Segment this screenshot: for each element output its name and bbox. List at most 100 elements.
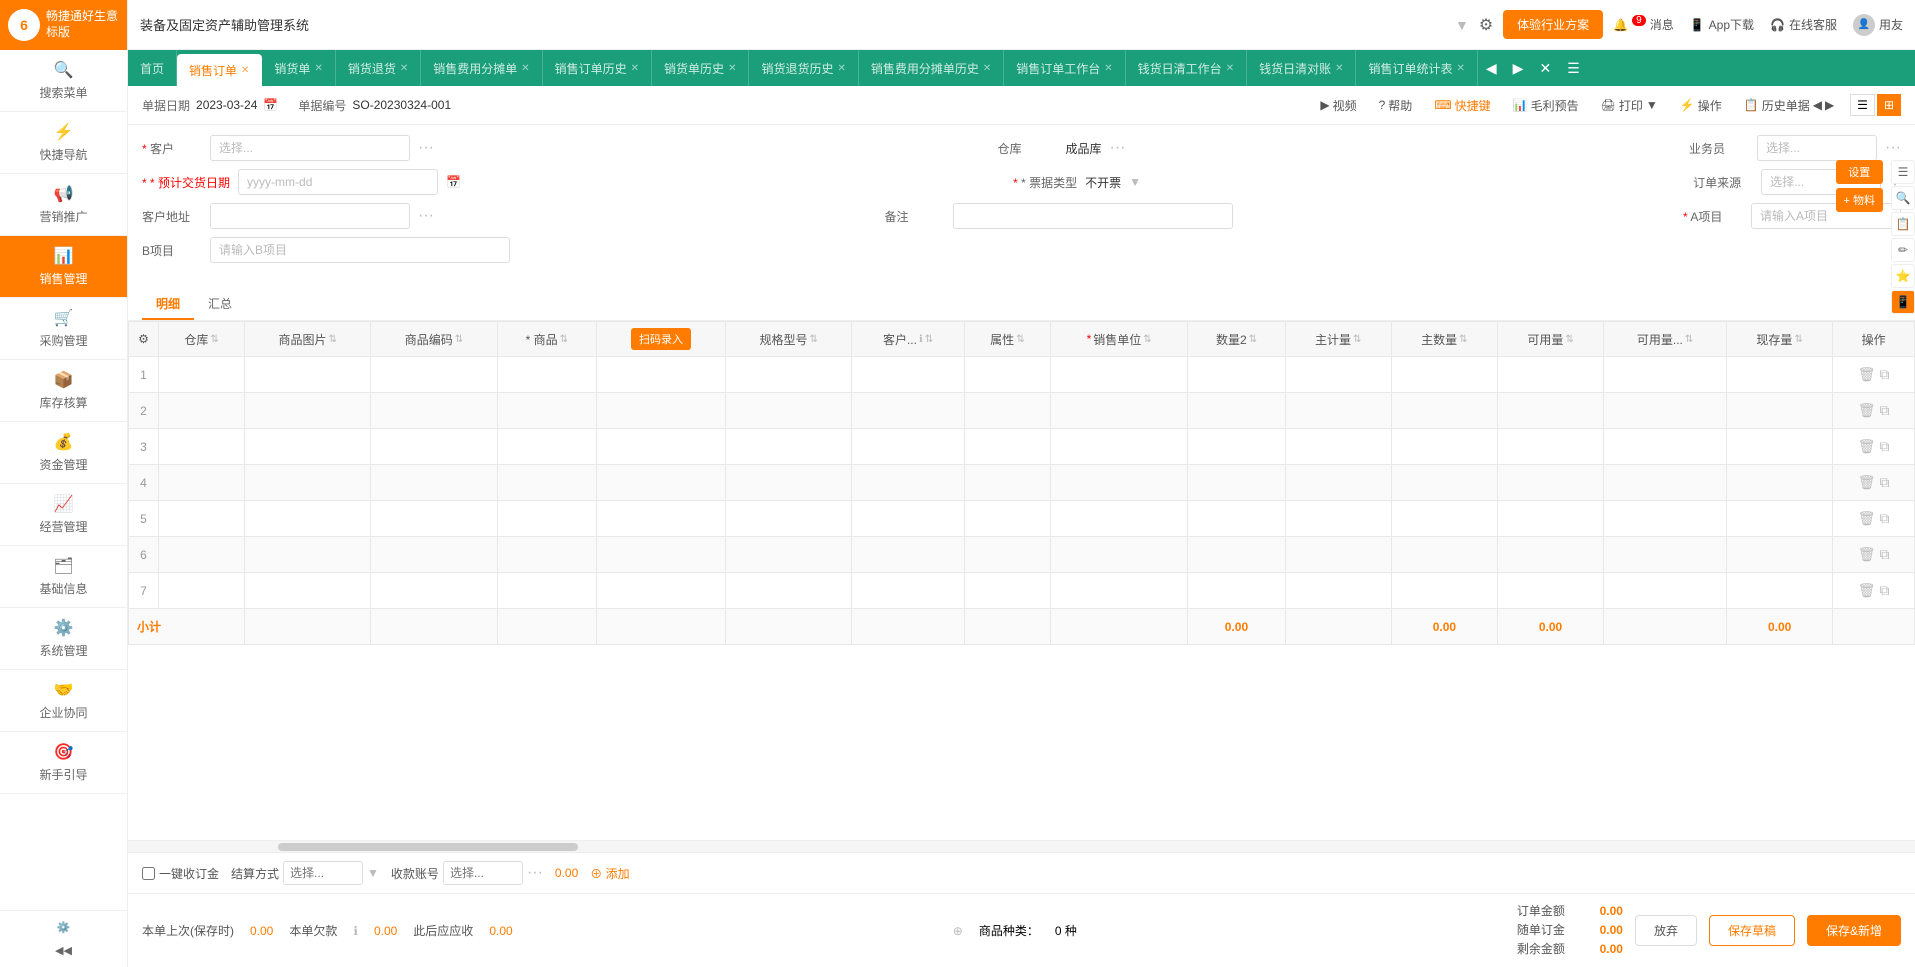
sidebar-item-guide[interactable]: 🎯 新手引导 bbox=[0, 732, 127, 794]
tab-sales-expense-history[interactable]: 销售费用分摊单历史 ✕ bbox=[859, 50, 1004, 86]
cell-available[interactable] bbox=[1497, 573, 1603, 609]
right-btn-6[interactable]: 📱 bbox=[1891, 290, 1915, 314]
copy-icon[interactable]: ⧉ bbox=[1880, 366, 1890, 383]
trial-button[interactable]: 体验行业方案 bbox=[1503, 10, 1603, 39]
cell-sales-unit[interactable] bbox=[1050, 357, 1187, 393]
delete-icon[interactable]: 🗑 bbox=[1858, 474, 1876, 491]
cell-qty2[interactable] bbox=[1188, 501, 1285, 537]
cell-sales-unit[interactable] bbox=[1050, 573, 1187, 609]
cell-sales-unit[interactable] bbox=[1050, 465, 1187, 501]
cell-available2[interactable] bbox=[1604, 465, 1727, 501]
cell-current-stock[interactable] bbox=[1727, 501, 1833, 537]
copy-icon[interactable]: ⧉ bbox=[1880, 402, 1890, 419]
tab-close-icon[interactable]: ✕ bbox=[983, 63, 991, 74]
tab-sales-delivery-history[interactable]: 销货单历史 ✕ bbox=[652, 50, 749, 86]
cell-spec[interactable] bbox=[726, 357, 852, 393]
cell-main-qty[interactable] bbox=[1391, 537, 1497, 573]
shortcut-btn[interactable]: ⌨ 快捷键 bbox=[1428, 95, 1496, 116]
save-draft-button[interactable]: 保存草稿 bbox=[1709, 915, 1795, 946]
cell-available2[interactable] bbox=[1604, 537, 1727, 573]
calendar-icon[interactable]: 📅 bbox=[263, 98, 278, 112]
th-settings[interactable]: ⚙ bbox=[129, 322, 159, 357]
tab-nav-close[interactable]: ✕ bbox=[1531, 60, 1559, 77]
tab-nav-menu[interactable]: ☰ bbox=[1559, 60, 1588, 77]
tab-close-icon[interactable]: ✕ bbox=[1335, 63, 1343, 74]
right-btn-1[interactable]: ☰ bbox=[1891, 160, 1915, 184]
cell-current-stock[interactable] bbox=[1727, 573, 1833, 609]
cell-main-qty[interactable] bbox=[1391, 357, 1497, 393]
cell-spec[interactable] bbox=[726, 537, 852, 573]
tab-home[interactable]: 首页 bbox=[128, 50, 177, 86]
sidebar-item-marketing[interactable]: 📢 营销推广 bbox=[0, 174, 127, 236]
right-btn-2[interactable]: 🔍 bbox=[1891, 186, 1915, 210]
online-service-button[interactable]: 🎧 在线客服 bbox=[1770, 16, 1837, 33]
cell-attribute[interactable] bbox=[964, 573, 1050, 609]
remarks-input[interactable] bbox=[953, 203, 1233, 229]
cell-product-code[interactable] bbox=[371, 573, 497, 609]
cell-spec[interactable] bbox=[726, 465, 852, 501]
cell-main-qty[interactable] bbox=[1391, 501, 1497, 537]
cell-attribute[interactable] bbox=[964, 501, 1050, 537]
cell-product-code[interactable] bbox=[371, 465, 497, 501]
copy-icon[interactable]: ⧉ bbox=[1880, 510, 1890, 527]
customer-address-input[interactable] bbox=[210, 203, 410, 229]
cell-product-name[interactable] bbox=[497, 465, 596, 501]
print-dropdown-icon[interactable]: ▼ bbox=[1646, 98, 1658, 112]
sidebar-item-system[interactable]: ⚙️ 系统管理 bbox=[0, 608, 127, 670]
cell-sales-unit[interactable] bbox=[1050, 537, 1187, 573]
sidebar-item-basic[interactable]: 🗂 基础信息 bbox=[0, 546, 127, 608]
cell-sales-unit[interactable] bbox=[1050, 501, 1187, 537]
copy-icon[interactable]: ⧉ bbox=[1880, 474, 1890, 491]
salesperson-input[interactable] bbox=[1757, 135, 1877, 161]
grid-view-btn[interactable]: ⊞ bbox=[1877, 94, 1901, 116]
tab-cash-reconcile[interactable]: 钱货日清对账 ✕ bbox=[1247, 50, 1356, 86]
history-prev-icon[interactable]: ◀ bbox=[1813, 98, 1822, 112]
tab-close-icon[interactable]: ✕ bbox=[837, 63, 845, 74]
cell-main-unit[interactable] bbox=[1285, 465, 1391, 501]
delete-icon[interactable]: 🗑 bbox=[1858, 582, 1876, 599]
payment-dropdown-icon[interactable]: ▼ bbox=[367, 866, 379, 880]
tab-sales-delivery[interactable]: 销货单 ✕ bbox=[262, 50, 335, 86]
history-next-icon[interactable]: ▶ bbox=[1825, 98, 1834, 112]
settings-icon[interactable]: ⚙ bbox=[1479, 15, 1493, 35]
copy-icon[interactable]: ⧉ bbox=[1880, 582, 1890, 599]
tab-close-icon[interactable]: ✕ bbox=[314, 63, 322, 74]
scroll-bar[interactable] bbox=[128, 840, 1915, 852]
right-btn-4[interactable]: ✏ bbox=[1891, 238, 1915, 262]
delivery-input[interactable] bbox=[238, 169, 438, 195]
warehouse-dots[interactable]: ··· bbox=[1110, 139, 1126, 157]
delete-icon[interactable]: 🗑 bbox=[1858, 402, 1876, 419]
one-click-check[interactable] bbox=[142, 867, 155, 880]
cell-main-unit[interactable] bbox=[1285, 429, 1391, 465]
cell-available[interactable] bbox=[1497, 465, 1603, 501]
cell-warehouse[interactable] bbox=[159, 393, 245, 429]
tab-nav-next[interactable]: ▶ bbox=[1505, 60, 1532, 77]
cell-customer-code[interactable] bbox=[852, 393, 965, 429]
user-button[interactable]: 👤 用友 bbox=[1853, 14, 1903, 36]
app-download-button[interactable]: 📱 App下载 bbox=[1690, 16, 1754, 33]
tab-sales-report[interactable]: 销售订单统计表 ✕ bbox=[1356, 50, 1477, 86]
sidebar-item-sales[interactable]: 📊 销售管理 bbox=[0, 236, 127, 298]
cell-available[interactable] bbox=[1497, 357, 1603, 393]
tab-sales-order-history[interactable]: 销售订单历史 ✕ bbox=[543, 50, 652, 86]
delete-icon[interactable]: 🗑 bbox=[1858, 510, 1876, 527]
cell-spec[interactable] bbox=[726, 501, 852, 537]
save-new-button[interactable]: 保存&新增 bbox=[1807, 915, 1901, 946]
cell-warehouse[interactable] bbox=[159, 465, 245, 501]
tab-sales-order[interactable]: 销售订单 ✕ bbox=[177, 54, 262, 86]
scan-button[interactable]: 扫码录入 bbox=[631, 328, 691, 350]
cell-customer-code[interactable] bbox=[852, 465, 965, 501]
cell-qty2[interactable] bbox=[1188, 429, 1285, 465]
customer-dots[interactable]: ··· bbox=[418, 139, 434, 157]
cell-attribute[interactable] bbox=[964, 537, 1050, 573]
delivery-calendar-icon[interactable]: 📅 bbox=[446, 175, 461, 189]
cell-current-stock[interactable] bbox=[1727, 429, 1833, 465]
cell-product-name[interactable] bbox=[497, 393, 596, 429]
cell-main-unit[interactable] bbox=[1285, 573, 1391, 609]
cell-customer-code[interactable] bbox=[852, 501, 965, 537]
cell-main-qty[interactable] bbox=[1391, 465, 1497, 501]
view-btn[interactable]: ▶ 视频 bbox=[1314, 95, 1362, 116]
cell-available2[interactable] bbox=[1604, 357, 1727, 393]
cell-qty2[interactable] bbox=[1188, 357, 1285, 393]
cell-customer-code[interactable] bbox=[852, 537, 965, 573]
